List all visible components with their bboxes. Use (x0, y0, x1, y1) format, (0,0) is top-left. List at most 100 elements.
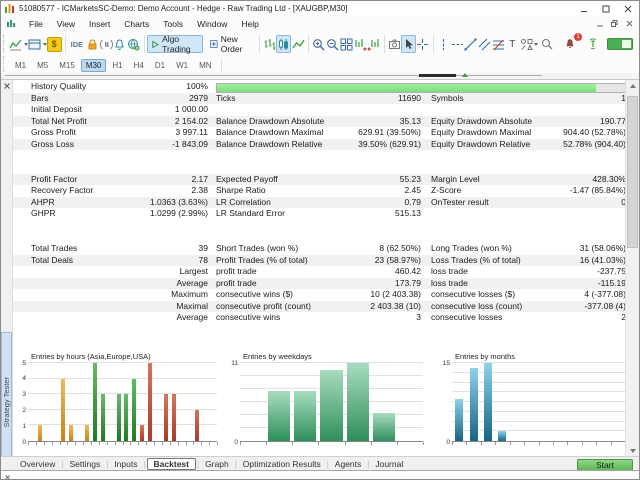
stat-value: 1 000.00 (174, 104, 208, 114)
y-axis-label: 0 (446, 438, 450, 446)
search-icon[interactable] (538, 35, 556, 53)
algo-trading-button[interactable]: Algo Trading (147, 34, 204, 54)
vertical-scrollbar[interactable] (625, 80, 639, 457)
x-tick (193, 442, 195, 445)
cursor-tool-button[interactable] (401, 35, 416, 53)
tab-separator: | (196, 459, 200, 469)
stats-row: Total Trades 39 Short Trades (won %) 8 (62.… (13, 243, 626, 255)
line-chart-mode-button[interactable] (291, 35, 305, 53)
maximize-button[interactable] (595, 1, 617, 16)
community-globe-icon[interactable] (127, 35, 141, 53)
splitter-expand-icon[interactable] (462, 73, 468, 77)
tab-optimization-results[interactable]: Optimization Results (238, 459, 326, 469)
new-chart-button[interactable] (9, 35, 23, 53)
lock-button[interactable] (85, 35, 99, 53)
new-order-button[interactable]: New Order (206, 34, 256, 54)
x-tick (185, 442, 187, 445)
vertical-line-tool[interactable] (436, 35, 450, 53)
alerts-bell-icon[interactable] (113, 35, 127, 53)
tab-journal[interactable]: Journal (370, 459, 408, 469)
child-restore-button[interactable] (611, 20, 618, 27)
menu-window[interactable]: Window (190, 19, 234, 29)
mt5-window: 51080577 - ICMarketsSC-Demo: Demo Accoun… (0, 0, 640, 480)
stat-value: 173.79 (395, 277, 421, 288)
menu-help[interactable]: Help (234, 19, 265, 29)
minimize-button[interactable] (573, 1, 595, 16)
bar (37, 425, 42, 441)
y-axis-label: 3 (22, 391, 26, 399)
vps-icon[interactable] (584, 35, 602, 53)
tab-agents[interactable]: Agents (330, 459, 366, 469)
scroll-up-icon[interactable] (626, 80, 639, 92)
scrollbar-thumb[interactable] (627, 96, 638, 248)
docked-panel-close-icon[interactable] (3, 473, 11, 479)
toolbar-grip[interactable] (3, 35, 7, 53)
market-depth-button[interactable] (99, 35, 113, 53)
zoom-in-button[interactable] (312, 35, 326, 53)
stat-label: consecutive wins ($) (216, 289, 294, 299)
screenshot-camera-icon[interactable] (388, 35, 402, 53)
stat-value: 16 (41.03%) (579, 254, 626, 265)
menu-file[interactable]: File (22, 19, 50, 29)
tab-settings[interactable]: Settings (65, 459, 106, 469)
timeframe-m1[interactable]: M1 (10, 59, 31, 72)
timeframe-h1[interactable]: H1 (107, 59, 127, 72)
timeframe-m15[interactable]: M15 (54, 59, 80, 72)
child-minimize-button[interactable] (597, 21, 603, 27)
timeframe-w1[interactable]: W1 (171, 59, 193, 72)
auto-scroll-button[interactable] (353, 35, 367, 53)
channel-tool[interactable] (478, 35, 492, 53)
metaeditor-button[interactable]: IDE (68, 35, 85, 53)
stat-value: -1.47 (85.84%) (569, 185, 626, 195)
horizontal-line-tool[interactable] (450, 35, 464, 53)
stat-label: loss trade (431, 266, 468, 276)
tile-windows-button[interactable] (339, 35, 353, 53)
notifications-bell-icon[interactable]: 1 (561, 33, 583, 53)
stat-value: 2.45 (404, 185, 421, 195)
timeframe-d1[interactable]: D1 (150, 59, 170, 72)
menu-view[interactable]: View (50, 19, 82, 29)
fibonacci-tool[interactable] (492, 35, 506, 53)
stat-value: 55.23 (399, 173, 421, 184)
text-tool[interactable]: T (505, 35, 519, 53)
tab-overview[interactable]: Overview (15, 459, 60, 469)
bar (100, 394, 105, 441)
x-tick (106, 442, 108, 445)
objects-button[interactable] (519, 35, 533, 53)
menu-insert[interactable]: Insert (82, 19, 117, 29)
app-logo-icon (5, 4, 14, 13)
x-tick (452, 442, 453, 445)
panel-close-icon[interactable] (2, 81, 11, 90)
stat-label: OnTester result (431, 196, 489, 207)
main-toolbar: $ IDE Algo Trading New Order T 1 (1, 31, 639, 58)
tab-inputs[interactable]: Inputs (109, 459, 142, 469)
tab-backtest[interactable]: Backtest (146, 458, 196, 470)
chart-shift-button[interactable] (367, 35, 381, 53)
crosshair-tool-button[interactable] (416, 35, 430, 53)
bar (171, 394, 176, 441)
timeframe-grip[interactable] (3, 56, 8, 74)
stat-label: LR Standard Error (216, 208, 285, 218)
timeframe-m5[interactable]: M5 (32, 59, 53, 72)
bar-chart-mode-button[interactable] (262, 35, 276, 53)
close-button[interactable] (617, 1, 639, 16)
candlestick-mode-button[interactable] (276, 35, 292, 53)
timeframe-h4[interactable]: H4 (129, 59, 149, 72)
trendline-tool[interactable] (464, 35, 478, 53)
gridline (452, 381, 625, 383)
tab-graph[interactable]: Graph (200, 459, 234, 469)
timeframe-mn[interactable]: MN (194, 59, 216, 72)
menu-charts[interactable]: Charts (117, 19, 156, 29)
market-watch-button[interactable]: $ (46, 35, 62, 53)
connection-status-toggle[interactable] (607, 38, 634, 50)
progress-fill (217, 83, 597, 92)
profiles-button[interactable] (28, 35, 42, 53)
strategy-tester-tab[interactable]: Strategy Tester (1, 332, 12, 472)
splitter-handle[interactable] (419, 74, 456, 77)
menu-tools[interactable]: Tools (156, 19, 190, 29)
child-close-button[interactable] (626, 20, 633, 27)
gridline (28, 377, 217, 379)
stats-spacer (13, 220, 625, 244)
zoom-out-button[interactable] (326, 35, 340, 53)
timeframe-m30[interactable]: M30 (80, 58, 107, 72)
